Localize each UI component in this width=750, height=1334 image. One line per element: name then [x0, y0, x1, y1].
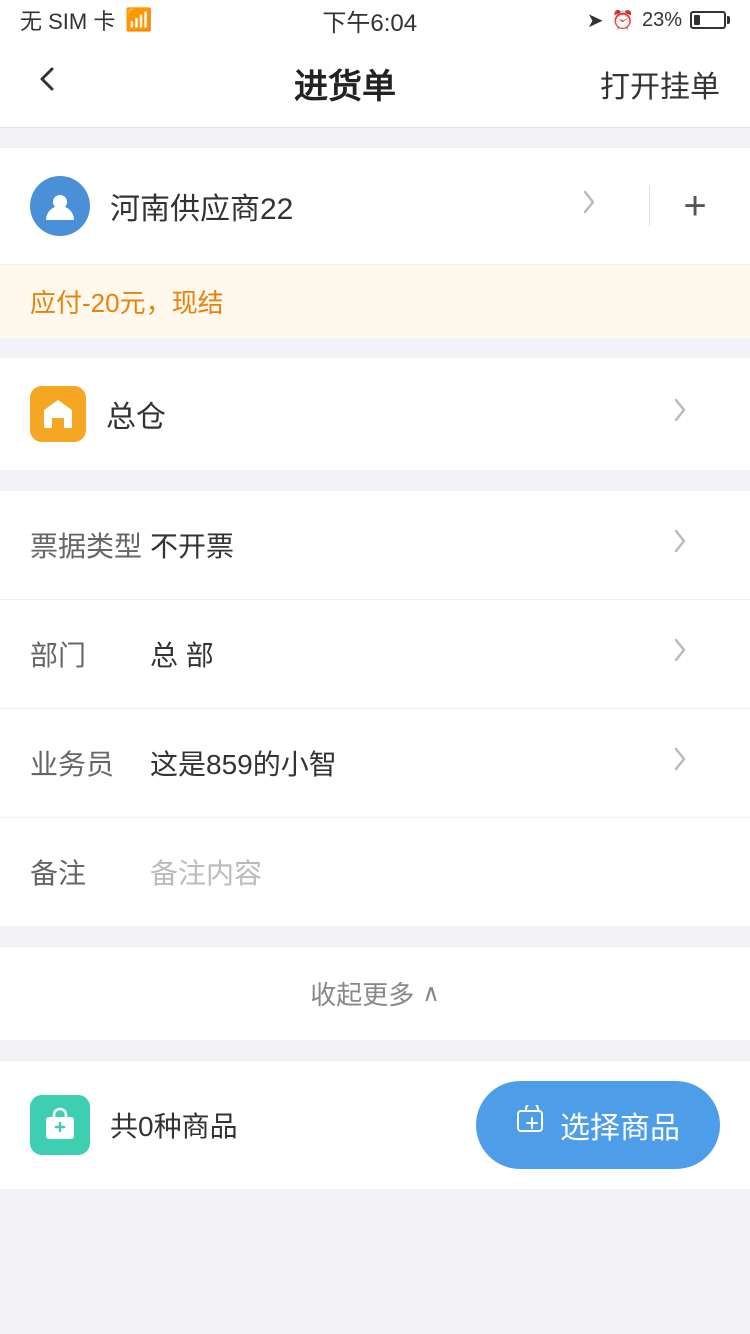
warehouse-row[interactable]: 总仓 — [0, 358, 750, 471]
battery-percent: 23% — [642, 9, 682, 32]
collapse-arrow-icon: ∧ — [422, 979, 440, 1008]
status-left: 无 SIM 卡 📶 — [20, 4, 153, 36]
status-time: 下午6:04 — [322, 3, 417, 38]
supplier-avatar — [30, 176, 90, 236]
form-section: 票据类型 不开票 部门 总 部 业务员 这是859的小智 — [0, 491, 750, 926]
status-bar: 无 SIM 卡 📶 下午6:04 ➤ ⏰ 23% — [0, 0, 750, 40]
select-product-button[interactable]: 选择商品 — [476, 1081, 720, 1169]
battery-icon — [690, 11, 730, 29]
supplier-row[interactable]: 河南供应商22 + — [0, 148, 750, 265]
nav-bar: 进货单 打开挂单 — [0, 40, 750, 128]
salesman-value: 这是859的小智 — [150, 743, 670, 783]
invoice-type-value: 不开票 — [150, 525, 670, 565]
salesman-label: 业务员 — [30, 743, 150, 783]
salesman-row[interactable]: 业务员 这是859的小智 — [0, 709, 750, 818]
department-value: 总 部 — [150, 634, 670, 674]
warehouse-section: 总仓 — [0, 358, 750, 471]
product-count: 共0种商品 — [110, 1105, 476, 1145]
collapse-label: 收起更多 — [310, 975, 414, 1012]
remark-row[interactable]: 备注 备注内容 — [0, 818, 750, 926]
warehouse-icon — [30, 386, 86, 442]
select-product-label: 选择商品 — [560, 1103, 680, 1147]
department-chevron-icon — [670, 634, 690, 674]
supplier-divider — [649, 186, 650, 226]
department-row[interactable]: 部门 总 部 — [0, 600, 750, 709]
invoice-type-label: 票据类型 — [30, 525, 150, 565]
location-icon: ➤ — [587, 8, 604, 33]
supplier-name: 河南供应商22 — [110, 184, 579, 228]
remark-label: 备注 — [30, 852, 150, 892]
remark-input[interactable]: 备注内容 — [150, 852, 720, 892]
carrier-label: 无 SIM 卡 — [20, 4, 115, 36]
top-divider — [0, 128, 750, 148]
notice-text: 应付-20元，现结 — [30, 288, 224, 318]
status-right: ➤ ⏰ 23% — [587, 8, 730, 33]
collapse-row[interactable]: 收起更多 ∧ — [0, 946, 750, 1040]
back-button[interactable] — [30, 61, 90, 106]
alarm-icon: ⏰ — [612, 10, 634, 31]
page-title: 进货单 — [294, 59, 396, 108]
open-pending-button[interactable]: 打开挂单 — [600, 62, 720, 106]
supplier-section: 河南供应商22 + 应付-20元，现结 — [0, 148, 750, 338]
mid-divider1 — [0, 338, 750, 358]
wifi-icon: 📶 — [125, 7, 152, 33]
add-supplier-button[interactable]: + — [670, 184, 720, 229]
product-icon — [30, 1095, 90, 1155]
main-content: 河南供应商22 + 应付-20元，现结 总仓 — [0, 128, 750, 1229]
invoice-chevron-icon — [670, 525, 690, 565]
supplier-chevron-icon — [579, 186, 599, 226]
notice-banner: 应付-20元，现结 — [0, 265, 750, 338]
invoice-type-row[interactable]: 票据类型 不开票 — [0, 491, 750, 600]
department-label: 部门 — [30, 634, 150, 674]
select-product-icon — [516, 1105, 548, 1145]
warehouse-chevron-icon — [670, 394, 690, 434]
bottom-bar: 共0种商品 选择商品 — [0, 1060, 750, 1189]
warehouse-label: 总仓 — [106, 392, 670, 436]
salesman-chevron-icon — [670, 743, 690, 783]
